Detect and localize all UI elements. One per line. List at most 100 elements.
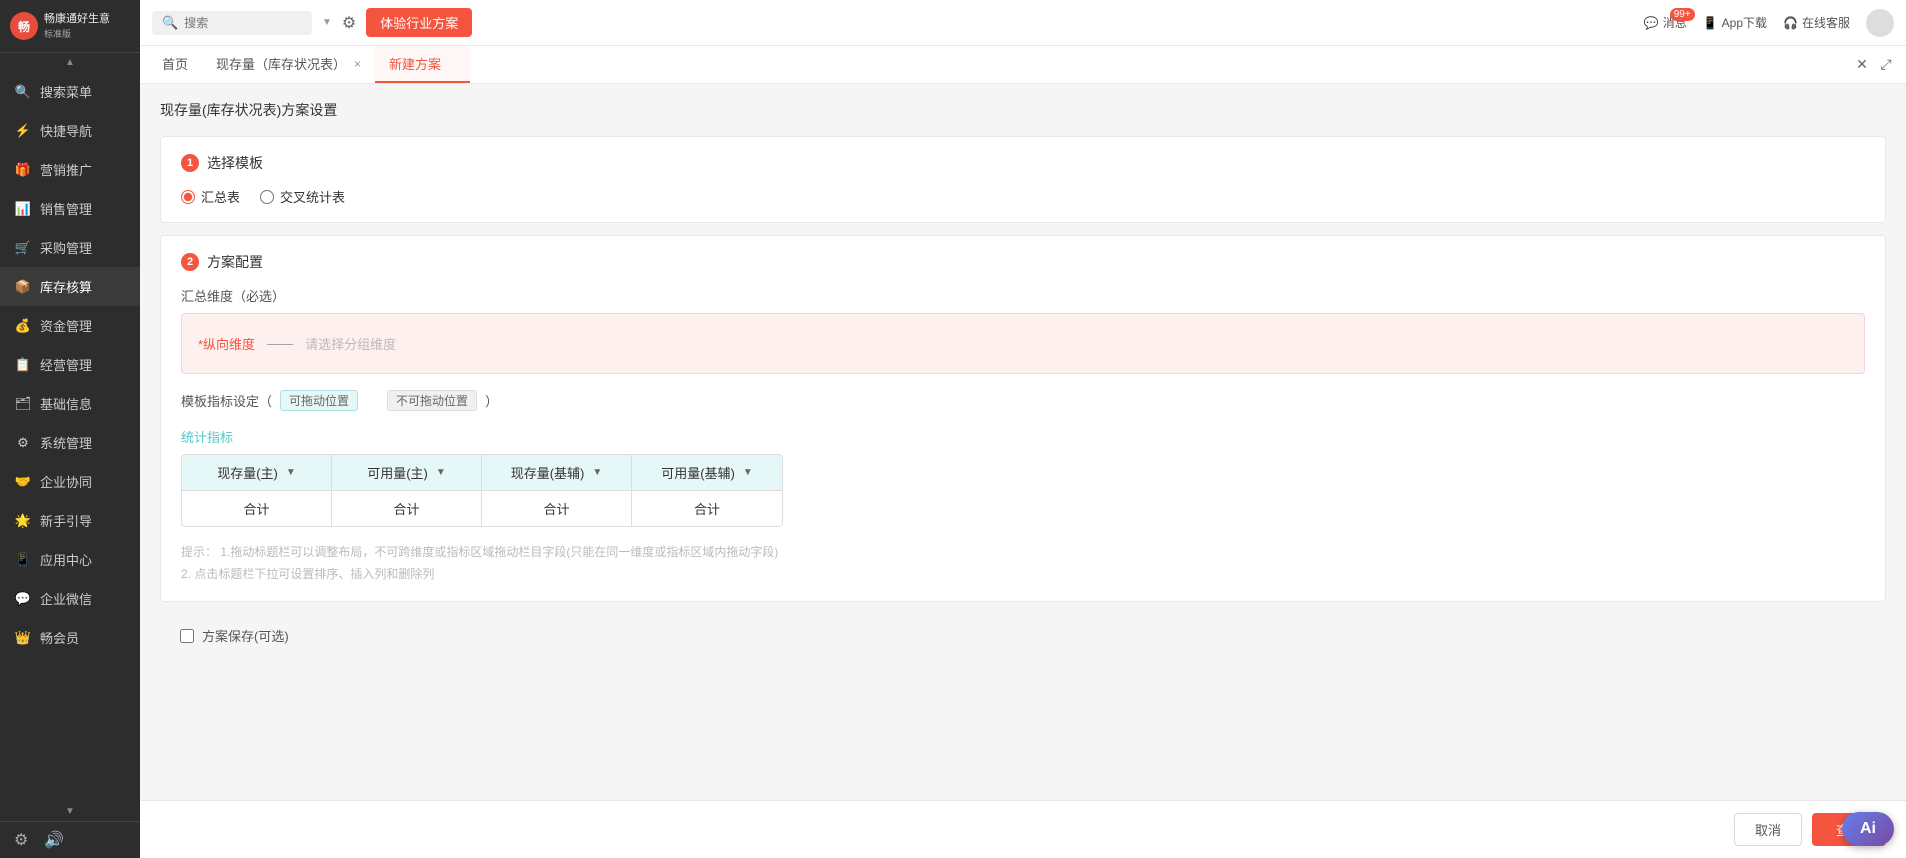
dimension-label: 汇总维度（必选）: [181, 286, 1865, 305]
stats-col3-chevron[interactable]: ▼: [592, 467, 602, 478]
sidebar-item-sales[interactable]: 📊 销售管理: [0, 189, 140, 228]
stats-header-col3[interactable]: 现存量(基辅) ▼: [482, 455, 632, 490]
tab-inventory-status-close[interactable]: ×: [354, 57, 361, 71]
save-section: 方案保存(可选): [160, 614, 1886, 657]
topbar-settings-icon[interactable]: ⚙: [342, 13, 356, 33]
sidebar-item-wechat[interactable]: 💬 企业微信: [0, 579, 140, 618]
sidebar-basic-label: 基础信息: [40, 394, 92, 413]
sidebar-item-member[interactable]: 👑 畅会员: [0, 618, 140, 657]
topbar: 🔍 ▼ ⚙ 体验行业方案 💬 消息 99+ 📱 App下载 🎧 在线客服: [140, 0, 1906, 46]
user-avatar[interactable]: [1866, 9, 1894, 37]
stats-col2-chevron[interactable]: ▼: [436, 467, 446, 478]
tabbar: 首页 现存量（库存状况表） × 新建方案 × ✕ ⤢: [140, 46, 1906, 84]
app-download-label: App下载: [1722, 14, 1767, 31]
template-radio-group: 汇总表 交叉统计表: [181, 187, 1865, 206]
tab-new-plan[interactable]: 新建方案 ×: [375, 46, 470, 83]
dim-placeholder: 请选择分组维度: [305, 334, 396, 353]
sidebar-contract-label: 企业协同: [40, 472, 92, 491]
business-icon: 📋: [14, 356, 32, 374]
finance-icon: 💰: [14, 317, 32, 335]
sidebar-item-apps[interactable]: 📱 应用中心: [0, 540, 140, 579]
sidebar-item-purchase[interactable]: 🛒 采购管理: [0, 228, 140, 267]
stats-header-row: 现存量(主) ▼ 可用量(主) ▼ 现存量(基辅) ▼ 可用量(基辅): [182, 455, 782, 491]
sidebar-purchase-label: 采购管理: [40, 238, 92, 257]
tab-new-plan-close[interactable]: ×: [449, 57, 456, 71]
sidebar-scroll-down[interactable]: ▼: [0, 802, 140, 821]
app-download-button[interactable]: 📱 App下载: [1703, 14, 1767, 31]
stats-body-cell2: 合计: [393, 499, 419, 518]
trial-industry-button[interactable]: 体验行业方案: [366, 8, 472, 37]
stats-body-cell4: 合计: [694, 499, 720, 518]
sidebar-item-inventory[interactable]: 📦 库存核算: [0, 267, 140, 306]
stats-body-col4: 合计: [632, 491, 782, 526]
radio-cross-input[interactable]: [260, 190, 274, 204]
window-expand-button[interactable]: ⤢: [1878, 57, 1894, 73]
sidebar-item-guide[interactable]: 🌟 新手引导: [0, 501, 140, 540]
stats-header-col2[interactable]: 可用量(主) ▼: [332, 455, 482, 490]
sidebar-bottom: ⚙ 🔊: [0, 821, 140, 858]
sidebar-item-system[interactable]: ⚙ 系统管理: [0, 423, 140, 462]
stats-col4-label: 可用量(基辅): [661, 463, 735, 482]
sidebar-item-search[interactable]: 🔍 搜索菜单: [0, 72, 140, 111]
stats-body-row: 合计 合计 合计 合计: [182, 491, 782, 526]
tab-inventory-status[interactable]: 现存量（库存状况表） ×: [202, 46, 375, 83]
tab-home[interactable]: 首页: [148, 46, 202, 83]
apps-icon: 📱: [14, 551, 32, 569]
tips-section: 提示： 1.拖动标题栏可以调整布局，不可跨维度或指标区域拖动栏目字段(只能在同一…: [181, 542, 1865, 585]
message-badge: 99+: [1670, 8, 1695, 21]
stats-col1-chevron[interactable]: ▼: [286, 467, 296, 478]
footer: 取消 查询: [140, 800, 1906, 858]
radio-summary-input[interactable]: [181, 190, 195, 204]
sidebar-shortcut-label: 快捷导航: [40, 121, 92, 140]
marketing-icon: 🎁: [14, 161, 32, 179]
indicator-settings-suffix: [366, 391, 379, 410]
logo-text: 畅康通好生意 标准版: [44, 12, 110, 39]
settings-icon[interactable]: ⚙: [14, 830, 28, 850]
sidebar-scroll-up[interactable]: ▲: [0, 53, 140, 72]
window-close-button[interactable]: ✕: [1854, 57, 1870, 73]
sidebar-business-label: 经营管理: [40, 355, 92, 374]
online-service-button[interactable]: 🎧 在线客服: [1783, 14, 1850, 31]
topbar-search-input[interactable]: [184, 16, 264, 30]
non-draggable-badge: 不可拖动位置: [387, 390, 477, 411]
stats-col4-chevron[interactable]: ▼: [743, 467, 753, 478]
dim-dash: ——: [267, 336, 293, 351]
sidebar-item-marketing[interactable]: 🎁 营销推广: [0, 150, 140, 189]
sidebar-marketing-label: 营销推广: [40, 160, 92, 179]
sidebar-item-business[interactable]: 📋 经营管理: [0, 345, 140, 384]
radio-cross[interactable]: 交叉统计表: [260, 187, 345, 206]
ai-float-button[interactable]: Ai: [1842, 812, 1894, 846]
topbar-search-box[interactable]: 🔍: [152, 11, 312, 35]
save-checkbox[interactable]: [180, 629, 194, 643]
stats-header-col4[interactable]: 可用量(基辅) ▼: [632, 455, 782, 490]
indicator-settings: 模板指标设定（ 可拖动位置 不可拖动位置 ）: [181, 390, 1865, 411]
sidebar-wechat-label: 企业微信: [40, 589, 92, 608]
system-icon: ⚙: [14, 434, 32, 452]
radio-summary[interactable]: 汇总表: [181, 187, 240, 206]
wechat-icon: 💬: [14, 590, 32, 608]
sidebar-inventory-label: 库存核算: [40, 277, 92, 296]
stats-header-col1[interactable]: 现存量(主) ▼: [182, 455, 332, 490]
content-area: 现存量(库存状况表)方案设置 1 选择模板 汇总表 交叉统计表 2: [140, 84, 1906, 800]
sidebar-item-contract[interactable]: 🤝 企业协同: [0, 462, 140, 501]
sidebar-item-finance[interactable]: 💰 资金管理: [0, 306, 140, 345]
sidebar: 畅 畅康通好生意 标准版 ▲ 🔍 搜索菜单 ⚡ 快捷导航 🎁 营销推广 📊 销售…: [0, 0, 140, 858]
draggable-badge: 可拖动位置: [280, 390, 358, 411]
step2-title: 方案配置: [207, 252, 263, 272]
tip-2: 2. 点击标题栏下拉可设置排序、插入列和删除列: [181, 567, 434, 581]
purchase-icon: 🛒: [14, 239, 32, 257]
cancel-button[interactable]: 取消: [1734, 813, 1802, 846]
stats-body-col2: 合计: [332, 491, 482, 526]
message-button[interactable]: 💬 消息 99+: [1644, 14, 1687, 31]
sidebar-sales-label: 销售管理: [40, 199, 92, 218]
step1-badge: 1: [181, 154, 199, 172]
step1-title: 选择模板: [207, 153, 263, 173]
volume-icon[interactable]: 🔊: [44, 830, 64, 850]
sidebar-item-shortcut[interactable]: ⚡ 快捷导航: [0, 111, 140, 150]
radio-cross-label: 交叉统计表: [280, 187, 345, 206]
step2-badge: 2: [181, 253, 199, 271]
stats-col2-label: 可用量(主): [367, 463, 428, 482]
sidebar-item-basic[interactable]: 🗂 基础信息: [0, 384, 140, 423]
basic-icon: 🗂: [14, 395, 32, 413]
headset-icon: 🎧: [1783, 16, 1798, 30]
